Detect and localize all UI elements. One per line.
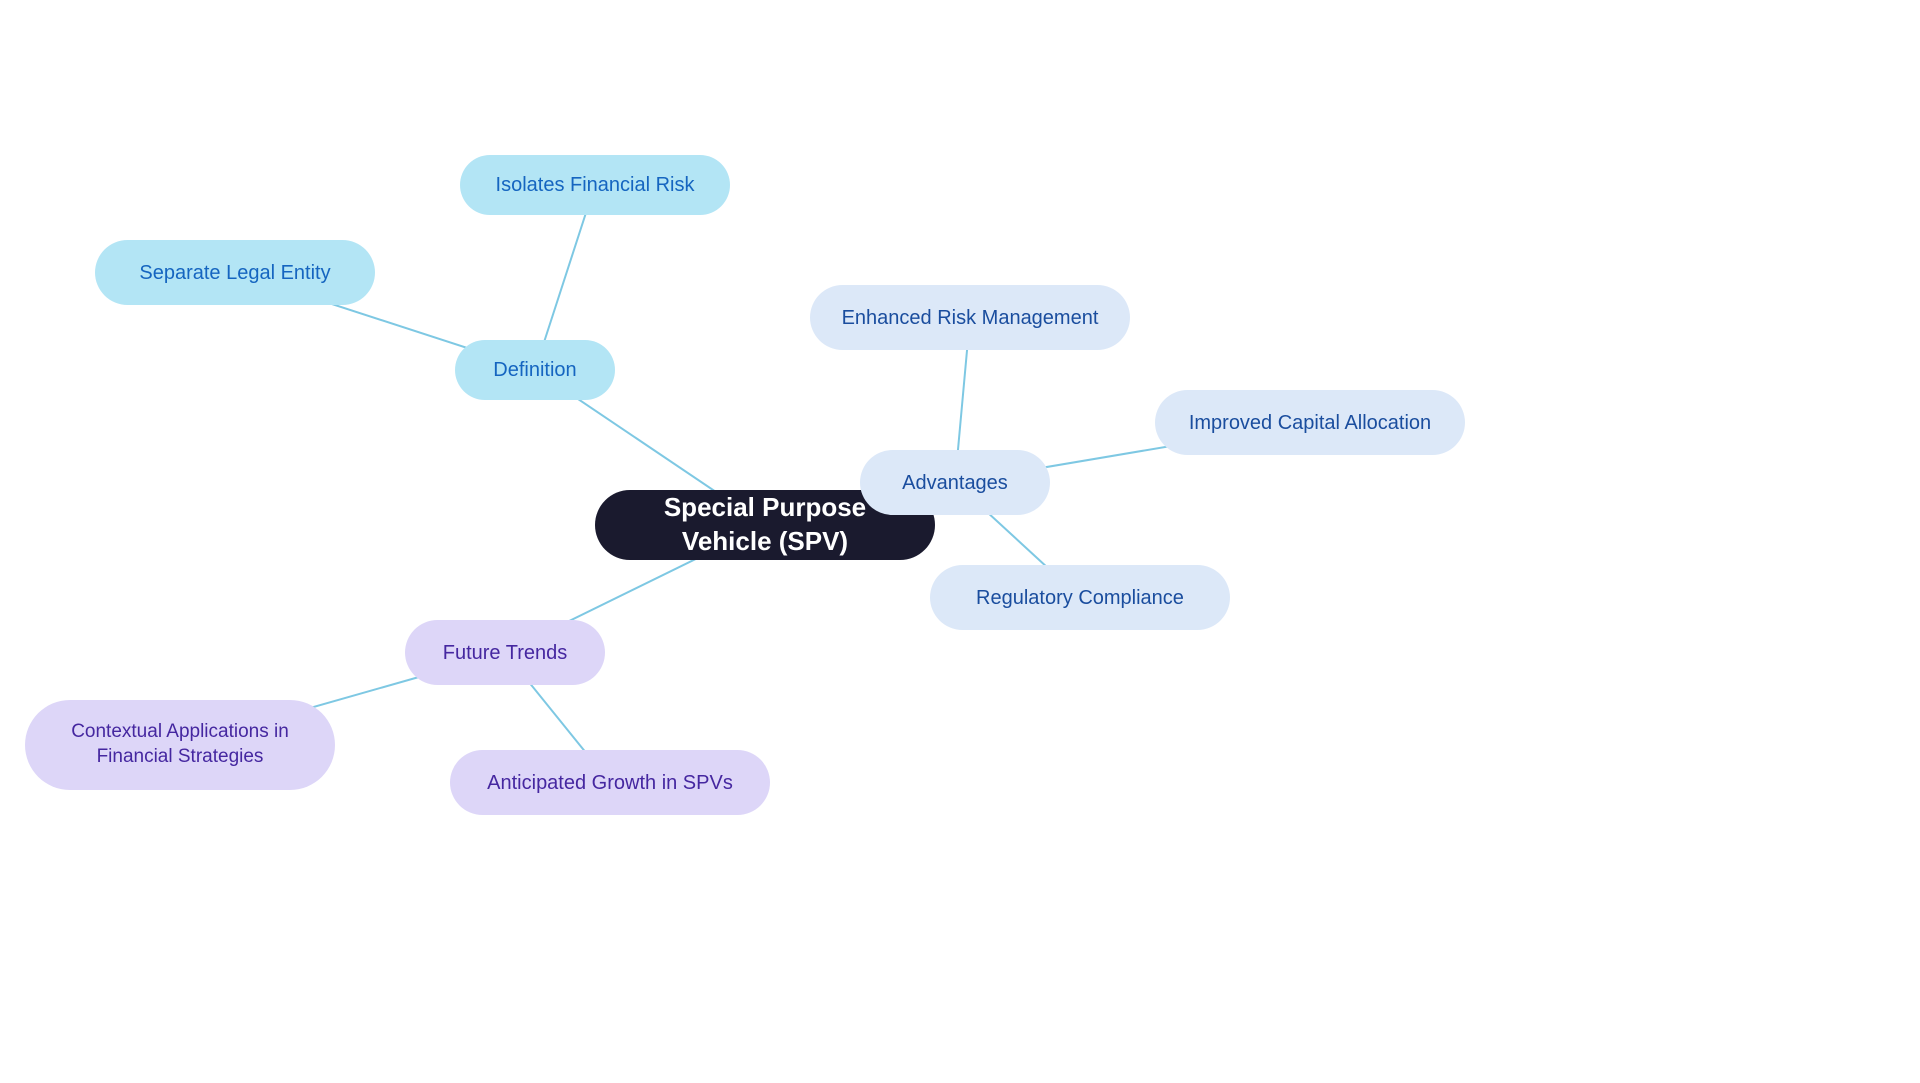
contextual-applications-node: Contextual Applications in Financial Str… bbox=[25, 700, 335, 790]
enhanced-risk-management-node: Enhanced Risk Management bbox=[810, 285, 1130, 350]
contextual-applications-label: Contextual Applications in Financial Str… bbox=[53, 720, 307, 769]
advantages-node: Advantages bbox=[860, 450, 1050, 515]
future-trends-node: Future Trends bbox=[405, 620, 605, 685]
definition-node: Definition bbox=[455, 340, 615, 400]
separate-legal-entity-node: Separate Legal Entity bbox=[95, 240, 375, 305]
anticipated-growth-node: Anticipated Growth in SPVs bbox=[450, 750, 770, 815]
improved-capital-allocation-node: Improved Capital Allocation bbox=[1155, 390, 1465, 455]
regulatory-compliance-node: Regulatory Compliance bbox=[930, 565, 1230, 630]
isolates-financial-risk-node: Isolates Financial Risk bbox=[460, 155, 730, 215]
